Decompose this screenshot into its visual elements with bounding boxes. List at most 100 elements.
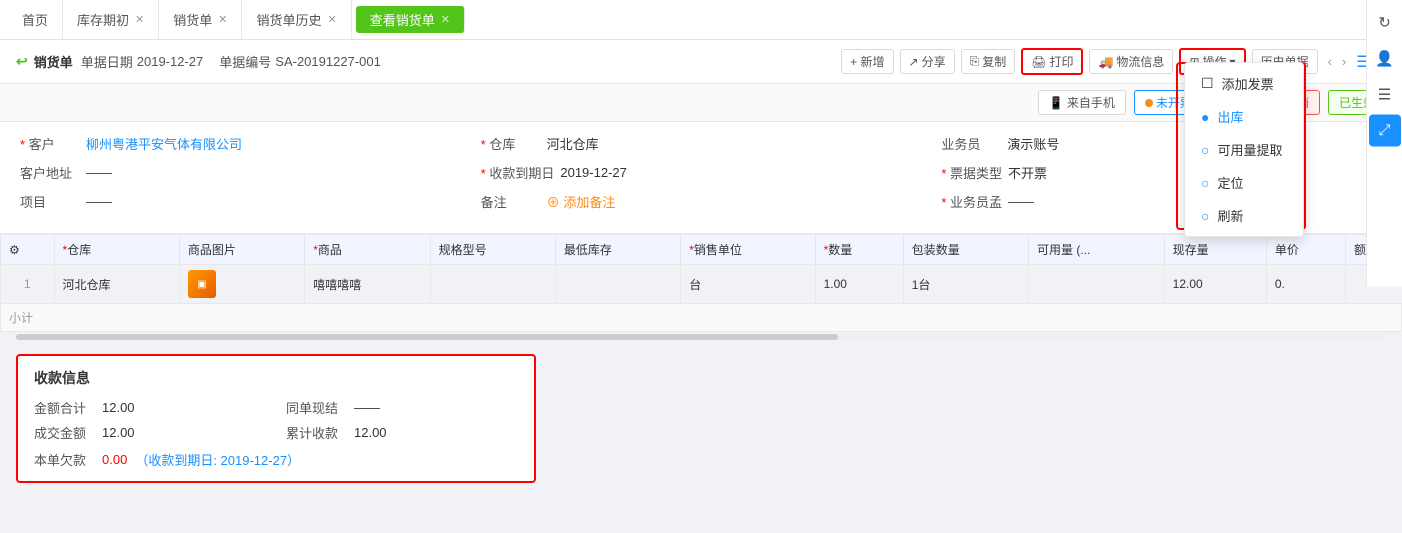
menu-refresh[interactable]: ○ 刷新 [1185,199,1303,232]
payment-date-field: 收款到期日 2019-12-27 [481,163,922,182]
sidebar-user-icon[interactable]: 👤 [1369,42,1401,74]
col-settings[interactable]: ⚙ [1,235,55,265]
project-field: 项目 —— [20,192,461,211]
deal-label: 成交金额 [34,423,94,442]
table-header-row: ⚙ *仓库 商品图片 *商品 规格型号 最低库存 *销售单位 *数量 包装数量 … [1,235,1402,265]
menu-stock-out[interactable]: ● 出库 [1185,100,1303,133]
close-tab-sales[interactable]: ✕ [218,13,227,26]
row-unit-price: 0. [1266,265,1345,304]
salesperson-value: 演示账号 [1007,134,1059,153]
tab-view-sales[interactable]: 查看销货单 ✕ [356,6,465,33]
invoice-type-value: 不开票 [1008,163,1047,182]
add-invoice-icon: ☐ [1201,75,1214,92]
col-warehouse: *仓库 [54,235,179,265]
payment-owed: 本单欠款 0.00 （收款到期日: 2019-12-27） [34,450,518,469]
product-thumbnail: ▣ [188,270,216,298]
subtotal-row: 小计 [1,304,1402,332]
sidebar-refresh-icon[interactable]: ↻ [1369,6,1401,38]
row-unit: 台 [681,265,815,304]
salesperson-field: 业务员 演示账号 [941,134,1382,153]
stock-out-icon: ● [1201,109,1209,125]
salesperson2-field: 业务员孟 —— [941,192,1382,211]
right-sidebar: 📄 🔗 ↻ 👤 ☰ ⤢ [1366,0,1402,287]
tab-sales-history[interactable]: 销货单历史 ✕ [242,0,351,39]
scrollbar-thumb [16,334,838,340]
from-phone-button[interactable]: 📱 来自手机 [1038,90,1126,115]
operation-dropdown: ☐ 添加发票 ● 出库 ○ 可用量提取 ○ 定位 ○ 刷新 [1184,62,1304,237]
close-tab-history[interactable]: ✕ [328,13,337,26]
row-product: 嘻嘻嘻嘻 [305,265,430,304]
note-field: 备注 ⊕ 添加备注 [481,192,922,211]
copy-button[interactable]: ⎘ 复制 [961,49,1016,74]
locate-icon: ○ [1201,175,1209,191]
collected-value: 12.00 [354,425,387,440]
available-qty-icon: ○ [1201,142,1209,158]
row-min-stock [555,265,680,304]
next-arrow[interactable]: › [1338,52,1350,71]
sidebar-link-icon[interactable]: 🔗 [1369,0,1401,2]
col-pack-qty: 包装数量 [903,235,1028,265]
user-side-icon: 👤 [1375,49,1394,67]
warehouse-field: 仓库 河北仓库 [481,134,922,153]
row-product-img: ▣ [179,265,304,304]
collected-label: 累计收款 [286,423,346,442]
due-date: 2019-12-27 [221,453,288,468]
note-label: 备注 [481,192,541,211]
payment-title: 收款信息 [34,368,518,388]
row-spec [430,265,555,304]
doc-type-label: 销货单 [34,52,73,71]
expand-side-icon: ⤢ [1378,122,1390,139]
row-stock: 12.00 [1164,265,1266,304]
menu-add-invoice[interactable]: ☐ 添加发票 [1185,67,1303,100]
sidebar-list-icon[interactable]: ☰ [1369,78,1401,110]
col-spec: 规格型号 [430,235,555,265]
prev-arrow[interactable]: ‹ [1324,52,1336,71]
row-num: 1 [1,265,55,304]
items-table: ⚙ *仓库 商品图片 *商品 规格型号 最低库存 *销售单位 *数量 包装数量 … [0,234,1402,332]
col-unit-price: 单价 [1266,235,1345,265]
logistics-icon: 🚚 [1098,55,1113,69]
form-row-2: 客户地址 —— 收款到期日 2019-12-27 票据类型 不开票 [20,163,1382,182]
orange-dot [1145,99,1153,107]
tab-inventory-init[interactable]: 库存期初 ✕ [63,0,159,39]
col-product-img: 商品图片 [179,235,304,265]
close-tab-inventory[interactable]: ✕ [135,13,144,26]
salesperson2-value: —— [1008,194,1034,209]
col-available: 可用量 (... [1029,235,1165,265]
logistics-button[interactable]: 🚚 物流信息 [1089,49,1173,74]
tab-home[interactable]: 首页 [8,0,63,39]
refresh-side-icon: ↻ [1378,13,1391,31]
owed-label: 本单欠款 [34,450,94,469]
payment-grid: 金额合计 12.00 同单现结 —— 成交金额 12.00 累计收款 12.00… [34,398,518,469]
close-tab-view-sales[interactable]: ✕ [441,13,450,26]
add-note-button[interactable]: ⊕ 添加备注 [547,192,616,211]
doc-meta: 单据日期 2019-12-27 单据编号 SA-20191227-001 [81,52,833,71]
owed-value: 0.00 [102,452,127,467]
project-label: 项目 [20,192,80,211]
row-quantity: 1.00 [815,265,903,304]
salesperson-label: 业务员 [941,134,1001,153]
share-button[interactable]: ↗ 分享 [900,49,955,74]
plus-icon: ⊕ [547,195,560,210]
print-button[interactable]: 🖨 打印 [1021,48,1083,75]
doc-number-field: 单据编号 SA-20191227-001 [219,52,381,71]
invoice-type-field: 票据类型 不开票 [941,163,1382,182]
menu-available-qty[interactable]: ○ 可用量提取 [1185,133,1303,166]
sidebar-expand-icon[interactable]: ⤢ [1369,114,1401,146]
tab-sales-order[interactable]: 销货单 ✕ [159,0,242,39]
owed-extra: （收款到期日: 2019-12-27） [135,450,300,469]
payment-total-label: 金额合计 [34,398,94,417]
same-settle-value: —— [354,400,380,415]
payment-collected: 累计收款 12.00 [286,423,518,442]
horizontal-scrollbar[interactable] [16,334,1386,340]
nav-arrows: ‹ › [1324,52,1351,71]
customer-value[interactable]: 柳州粤港平安气体有限公司 [86,134,242,153]
customer-label: 客户 [20,134,80,153]
new-button[interactable]: + 新增 [841,49,893,74]
doc-date-value: 2019-12-27 [137,54,204,69]
warehouse-value: 河北仓库 [547,134,599,153]
address-value: —— [86,165,112,180]
payment-total-value: 12.00 [102,400,135,415]
list-side-icon: ☰ [1378,85,1391,103]
menu-locate[interactable]: ○ 定位 [1185,166,1303,199]
